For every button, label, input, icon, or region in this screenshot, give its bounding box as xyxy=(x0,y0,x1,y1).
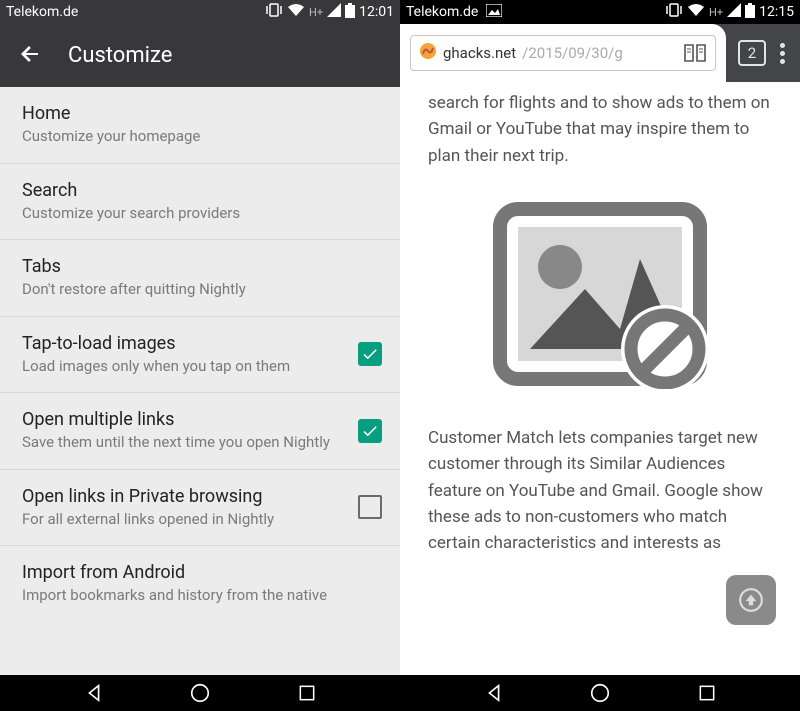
page-title: Customize xyxy=(68,43,172,68)
article-paragraph: Customer Match lets companies target new… xyxy=(428,425,772,557)
clock-label: 12:01 xyxy=(359,4,394,20)
wifi-icon xyxy=(287,3,305,21)
nav-home-button[interactable] xyxy=(587,680,613,706)
nav-recents-button[interactable] xyxy=(694,680,720,706)
setting-title: Open multiple links xyxy=(22,409,346,430)
setting-subtitle: For all external links opened in Nightly xyxy=(22,510,346,530)
setting-open-links-private[interactable]: Open links in Private browsing For all e… xyxy=(0,470,400,547)
picture-icon xyxy=(486,4,502,21)
network-type-label: H+ xyxy=(709,6,723,19)
tab-count-button[interactable]: 2 xyxy=(738,40,766,66)
setting-title: Search xyxy=(22,180,382,201)
checkbox-checked[interactable] xyxy=(358,342,382,366)
setting-subtitle: Customize your homepage xyxy=(22,127,382,147)
image-placeholder[interactable] xyxy=(428,169,772,425)
nav-home-button[interactable] xyxy=(187,680,213,706)
setting-home[interactable]: Home Customize your homepage xyxy=(0,87,400,164)
status-bar: Telekom.de H+ 12:15 xyxy=(400,0,800,24)
setting-search[interactable]: Search Customize your search providers xyxy=(0,164,400,241)
setting-tap-to-load-images[interactable]: Tap-to-load images Load images only when… xyxy=(0,317,400,394)
carrier-label: Telekom.de xyxy=(406,4,478,20)
carrier-label: Telekom.de xyxy=(6,4,78,20)
signal-icon xyxy=(327,3,341,21)
setting-title: Open links in Private browsing xyxy=(22,486,346,507)
page-content[interactable]: search for flights and to show ads to th… xyxy=(400,82,800,675)
navigation-bar xyxy=(0,675,800,711)
scroll-to-top-button[interactable] xyxy=(726,575,776,625)
battery-icon xyxy=(745,3,755,22)
blocked-image-icon xyxy=(490,199,710,389)
battery-icon xyxy=(345,3,355,22)
setting-title: Home xyxy=(22,103,382,124)
url-field[interactable]: ghacks.net/2015/09/30/g xyxy=(410,35,716,71)
back-icon[interactable] xyxy=(18,42,42,70)
setting-subtitle: Load images only when you tap on them xyxy=(22,357,346,377)
checkbox-unchecked[interactable] xyxy=(358,495,382,519)
vibrate-icon xyxy=(265,3,283,21)
setting-subtitle: Import bookmarks and history from the na… xyxy=(22,586,382,606)
arrow-up-icon xyxy=(738,587,764,613)
setting-tabs[interactable]: Tabs Don't restore after quitting Nightl… xyxy=(0,240,400,317)
browser-toolbar: ghacks.net/2015/09/30/g 2 xyxy=(400,24,800,82)
article-paragraph: search for flights and to show ads to th… xyxy=(428,90,772,169)
url-tab: ghacks.net/2015/09/30/g xyxy=(400,24,726,82)
vibrate-icon xyxy=(665,3,683,21)
reader-mode-icon[interactable] xyxy=(683,43,707,63)
setting-subtitle: Don't restore after quitting Nightly xyxy=(22,280,382,300)
menu-button[interactable] xyxy=(770,43,794,64)
setting-subtitle: Save them until the next time you open N… xyxy=(22,433,346,453)
nav-back-button[interactable] xyxy=(481,680,507,706)
status-bar: Telekom.de H+ 12:01 xyxy=(0,0,400,24)
clock-label: 12:15 xyxy=(759,4,794,20)
site-favicon-icon xyxy=(419,42,437,64)
app-bar: Customize xyxy=(0,24,400,87)
setting-subtitle: Customize your search providers xyxy=(22,204,382,224)
url-domain: ghacks.net xyxy=(443,44,516,62)
nav-recents-button[interactable] xyxy=(294,680,320,706)
browser-screen: Telekom.de H+ 12:15 xyxy=(400,0,800,675)
network-type-label: H+ xyxy=(309,6,323,19)
setting-title: Tap-to-load images xyxy=(22,333,346,354)
url-path: /2015/09/30/g xyxy=(522,44,623,62)
setting-open-multiple-links[interactable]: Open multiple links Save them until the … xyxy=(0,393,400,470)
wifi-icon xyxy=(687,3,705,21)
setting-title: Tabs xyxy=(22,256,382,277)
signal-icon xyxy=(727,3,741,21)
setting-import-android[interactable]: Import from Android Import bookmarks and… xyxy=(0,546,400,622)
nav-back-button[interactable] xyxy=(81,680,107,706)
settings-list: Home Customize your homepage Search Cust… xyxy=(0,87,400,622)
checkbox-checked[interactable] xyxy=(358,419,382,443)
settings-screen: Telekom.de H+ 12:01 xyxy=(0,0,400,675)
setting-title: Import from Android xyxy=(22,562,382,583)
